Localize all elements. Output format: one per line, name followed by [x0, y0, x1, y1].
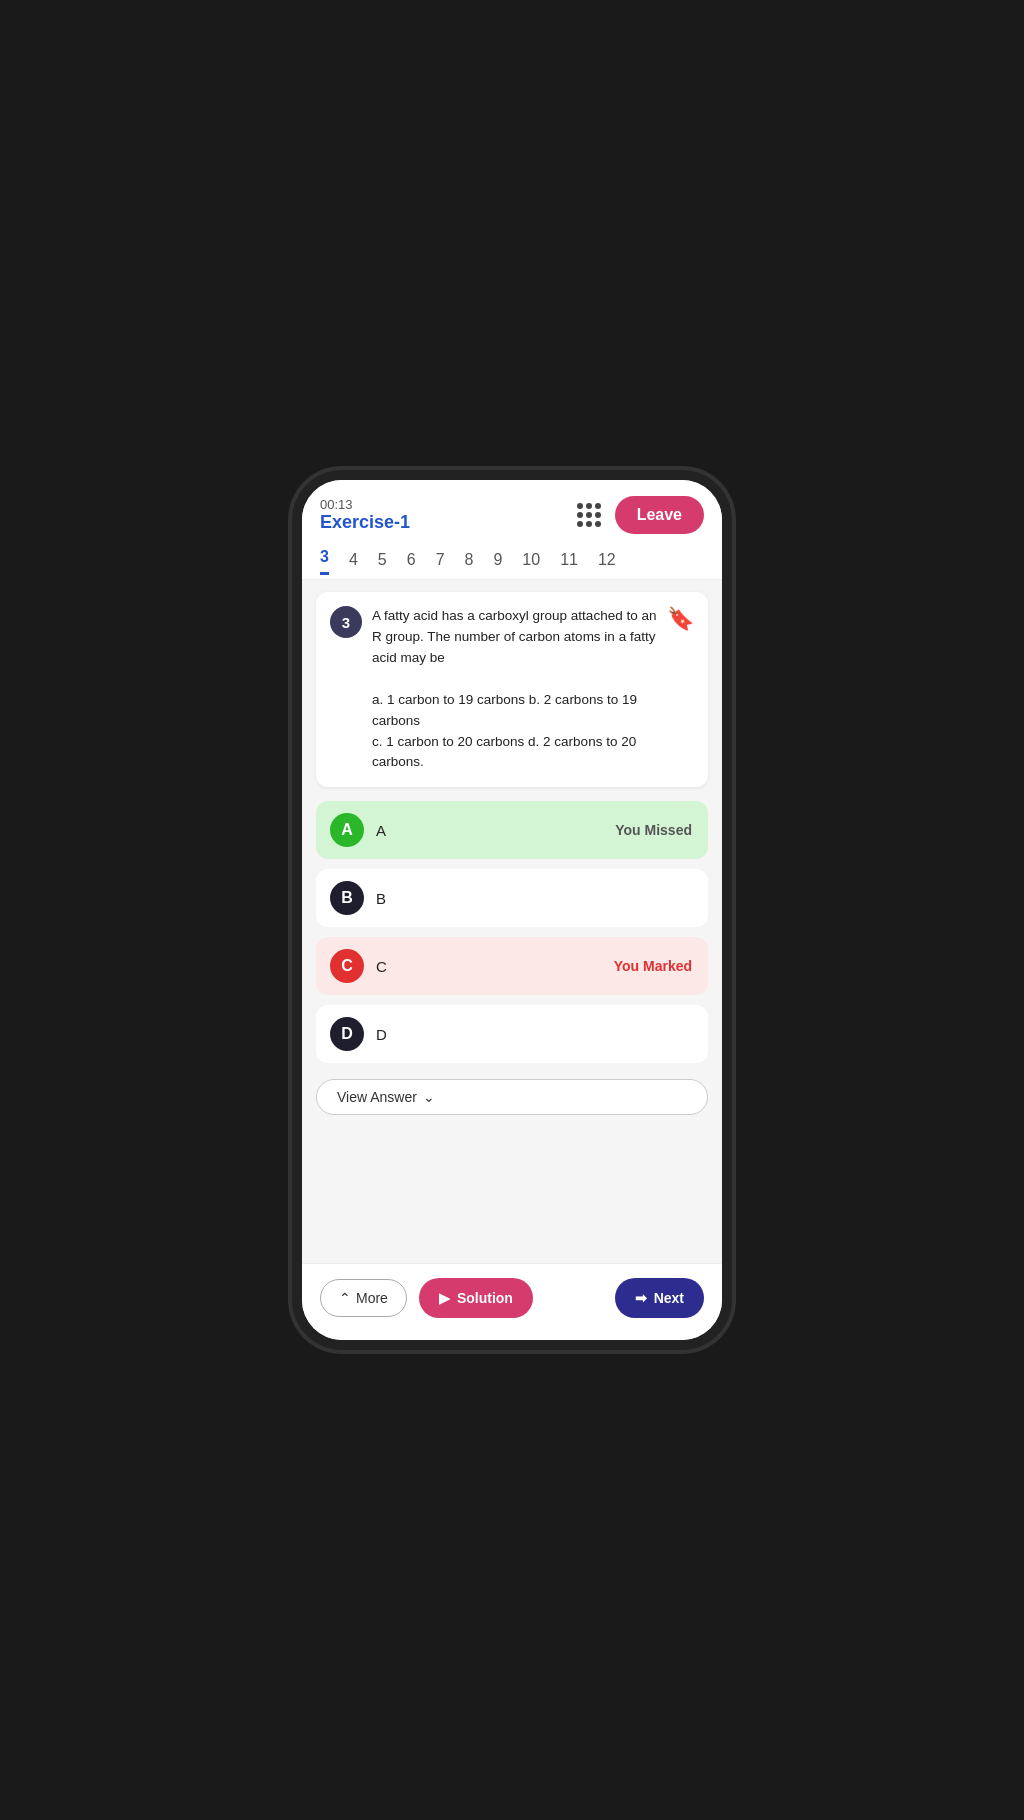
- timer: 00:13: [320, 497, 410, 512]
- option-badge-b: B: [330, 881, 364, 915]
- play-icon: ▶: [439, 1290, 450, 1306]
- option-label-c: C: [376, 958, 387, 975]
- next-button[interactable]: ➡ Next: [615, 1278, 704, 1318]
- nav-item-10[interactable]: 10: [522, 551, 540, 575]
- option-badge-a: A: [330, 813, 364, 847]
- solution-button[interactable]: ▶ Solution: [419, 1278, 533, 1318]
- leave-button[interactable]: Leave: [615, 496, 704, 534]
- option-label-d: D: [376, 1026, 387, 1043]
- nav-item-3[interactable]: 3: [320, 548, 329, 575]
- chevron-down-icon: ⌄: [423, 1089, 435, 1105]
- header: 00:13 Exercise-1 Leave: [302, 480, 722, 542]
- question-number-badge: 3: [330, 606, 362, 638]
- option-status-c: You Marked: [614, 958, 692, 974]
- nav-item-9[interactable]: 9: [493, 551, 502, 575]
- option-row-d[interactable]: D D: [316, 1005, 708, 1063]
- header-left: 00:13 Exercise-1: [320, 497, 410, 533]
- nav-item-7[interactable]: 7: [436, 551, 445, 575]
- option-label-a: A: [376, 822, 386, 839]
- option-status-a: You Missed: [615, 822, 692, 838]
- question-nav: 3 4 5 6 7 8 9 10 11 12: [302, 542, 722, 580]
- grid-dots-icon[interactable]: [577, 503, 601, 527]
- phone-frame: 00:13 Exercise-1 Leave 3 4 5 6 7 8 9 10 …: [302, 480, 722, 1340]
- exercise-title: Exercise-1: [320, 512, 410, 533]
- bottom-bar: ⌃ More ▶ Solution ➡ Next: [302, 1263, 722, 1340]
- option-row-a[interactable]: A A You Missed: [316, 801, 708, 859]
- nav-item-6[interactable]: 6: [407, 551, 416, 575]
- option-row-b[interactable]: B B: [316, 869, 708, 927]
- question-card: 3 A fatty acid has a carboxyl group atta…: [316, 592, 708, 787]
- bookmark-icon[interactable]: 🔖: [667, 606, 694, 632]
- question-nav-inner: 3 4 5 6 7 8 9 10 11 12: [320, 548, 704, 579]
- header-right: Leave: [577, 496, 704, 534]
- option-row-c[interactable]: C C You Marked: [316, 937, 708, 995]
- nav-item-4[interactable]: 4: [349, 551, 358, 575]
- nav-item-8[interactable]: 8: [465, 551, 474, 575]
- option-label-b: B: [376, 890, 386, 907]
- nav-item-12[interactable]: 12: [598, 551, 616, 575]
- option-badge-d: D: [330, 1017, 364, 1051]
- nav-item-5[interactable]: 5: [378, 551, 387, 575]
- option-badge-c: C: [330, 949, 364, 983]
- more-button[interactable]: ⌃ More: [320, 1279, 407, 1317]
- next-circle-icon: ➡: [635, 1290, 647, 1306]
- nav-item-11[interactable]: 11: [560, 551, 578, 575]
- view-answer-button[interactable]: View Answer ⌄: [316, 1079, 708, 1115]
- question-text: A fatty acid has a carboxyl group attach…: [372, 606, 657, 773]
- chevron-up-icon: ⌃: [339, 1290, 351, 1306]
- options-container: A A You Missed B B C C You Marked D D: [302, 797, 722, 1071]
